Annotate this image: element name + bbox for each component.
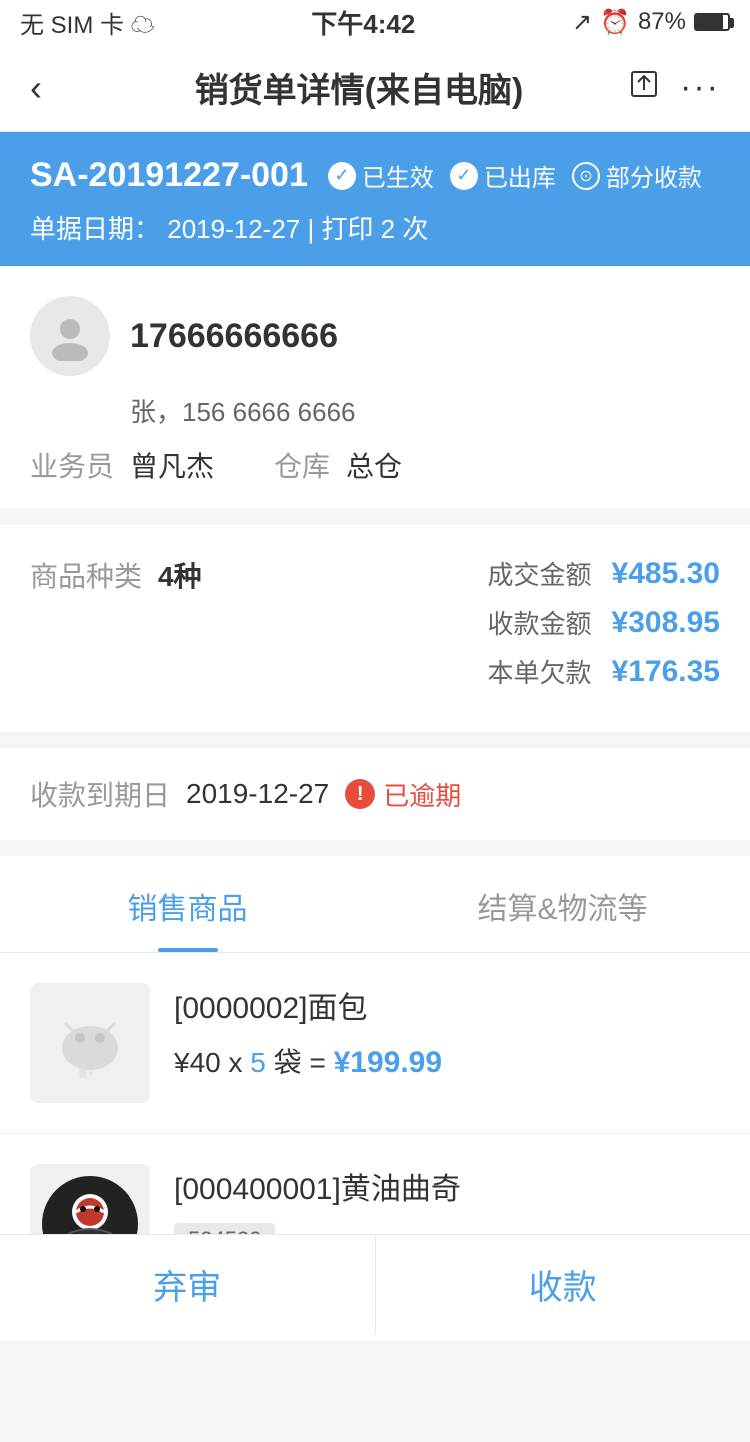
tab-sales-products[interactable]: 销售商品 bbox=[0, 856, 375, 952]
due-section: 收款到期日 2019-12-27 ! 已逾期 bbox=[0, 748, 750, 840]
collect-payment-button[interactable]: 收款 bbox=[376, 1235, 750, 1334]
network-status: 无 SIM 卡 ☁ bbox=[20, 5, 155, 40]
product-price-1: ¥40 x 5 袋 = ¥199.99 bbox=[174, 1041, 720, 1081]
status-badges: ✓ 已生效 ✓ 已出库 ⊙ 部分收款 bbox=[328, 158, 702, 193]
location-icon: ↗ bbox=[572, 8, 592, 37]
check-icon: ✓ bbox=[328, 162, 356, 190]
summary-left: 商品种类 4种 bbox=[30, 555, 202, 595]
owed-amount-row: 本单欠款 ¥176.35 bbox=[488, 653, 720, 690]
status-time: 下午4:42 bbox=[311, 4, 415, 41]
badge-active: ✓ 已生效 bbox=[328, 158, 434, 193]
overdue-icon: ! bbox=[345, 779, 375, 809]
share-icon[interactable] bbox=[628, 68, 660, 108]
alarm-icon: ⏰ bbox=[600, 8, 630, 37]
owed-label: 本单欠款 bbox=[488, 653, 592, 690]
tabs: 销售商品 结算&物流等 bbox=[0, 856, 750, 953]
warehouse-value: 总仓 bbox=[346, 445, 402, 485]
warehouse-label: 仓库 bbox=[274, 445, 330, 485]
received-label: 收款金额 bbox=[488, 604, 592, 641]
owed-value: ¥176.35 bbox=[612, 655, 720, 689]
customer-meta: 业务员 曾凡杰 仓库 总仓 bbox=[30, 445, 720, 485]
badge-partial: ⊙ 部分收款 bbox=[572, 158, 702, 193]
page-title: 销货单详情(来自电脑) bbox=[90, 63, 628, 112]
product-type-label: 商品种类 bbox=[30, 555, 142, 595]
received-value: ¥308.95 bbox=[612, 606, 720, 640]
salesperson-item: 业务员 曾凡杰 bbox=[30, 445, 214, 485]
due-label: 收款到期日 bbox=[30, 774, 170, 814]
price-base-1: ¥40 bbox=[174, 1047, 221, 1078]
status-bar: 无 SIM 卡 ☁ 下午4:42 ↗ ⏰ 87% bbox=[0, 0, 750, 44]
header-top-row: SA-20191227-001 ✓ 已生效 ✓ 已出库 ⊙ 部分收款 bbox=[30, 156, 720, 195]
customer-account: 17666666666 bbox=[130, 317, 338, 356]
price-x-1: x bbox=[229, 1047, 251, 1078]
battery-icon bbox=[694, 13, 730, 31]
summary-row: 商品种类 4种 成交金额 ¥485.30 收款金额 ¥308.95 本单欠款 ¥… bbox=[30, 555, 720, 702]
price-eq-1: = bbox=[309, 1047, 333, 1078]
product-name-2: [000400001]黄油曲奇 bbox=[174, 1164, 720, 1208]
salesperson-label: 业务员 bbox=[30, 445, 114, 485]
deal-amount-value: ¥485.30 bbox=[612, 557, 720, 591]
battery-level: 87% bbox=[638, 8, 686, 36]
nav-bar: ‹ 销货单详情(来自电脑) ··· bbox=[0, 44, 750, 132]
product-type-value: 4种 bbox=[158, 555, 202, 595]
bottom-bar: 弃审 收款 bbox=[0, 1234, 750, 1334]
reject-button[interactable]: 弃审 bbox=[0, 1235, 376, 1334]
received-amount-row: 收款金额 ¥308.95 bbox=[488, 604, 720, 641]
status-left: 无 SIM 卡 ☁ bbox=[20, 5, 155, 40]
header-date: 单据日期： 2019-12-27 | 打印 2 次 bbox=[30, 209, 720, 246]
salesperson-value: 曾凡杰 bbox=[130, 445, 214, 485]
price-total-1: ¥199.99 bbox=[334, 1046, 442, 1079]
tab-settlement[interactable]: 结算&物流等 bbox=[375, 856, 750, 952]
customer-row: 17666666666 bbox=[30, 296, 720, 376]
product-type-item: 商品种类 4种 bbox=[30, 555, 202, 595]
order-header-banner: SA-20191227-001 ✓ 已生效 ✓ 已出库 ⊙ 部分收款 单据日期：… bbox=[0, 132, 750, 266]
check-icon-2: ✓ bbox=[450, 162, 478, 190]
due-date: 2019-12-27 bbox=[186, 778, 329, 810]
list-item: 鲁+ [0000002]面包 ¥40 x 5 袋 = ¥199.99 bbox=[0, 953, 750, 1134]
product-info-1: [0000002]面包 ¥40 x 5 袋 = ¥199.99 bbox=[174, 983, 720, 1081]
price-qty-1: 5 bbox=[250, 1047, 266, 1078]
warehouse-item: 仓库 总仓 bbox=[274, 445, 402, 485]
avatar bbox=[30, 296, 110, 376]
deal-amount-label: 成交金额 bbox=[488, 555, 592, 592]
product-image-1: 鲁+ bbox=[30, 983, 150, 1103]
overdue-badge: ! 已逾期 bbox=[345, 776, 461, 813]
customer-section: 17666666666 张，156 6666 6666 业务员 曾凡杰 仓库 总… bbox=[0, 266, 750, 509]
status-right: ↗ ⏰ 87% bbox=[572, 8, 730, 37]
back-button[interactable]: ‹ bbox=[30, 67, 90, 109]
summary-right: 成交金额 ¥485.30 收款金额 ¥308.95 本单欠款 ¥176.35 bbox=[488, 555, 720, 702]
badge-shipped: ✓ 已出库 bbox=[450, 158, 556, 193]
product-name-1: [0000002]面包 bbox=[174, 983, 720, 1027]
customer-name-phone: 张，156 6666 6666 bbox=[30, 392, 720, 429]
overdue-text: 已逾期 bbox=[383, 776, 461, 813]
clock-icon: ⊙ bbox=[572, 162, 600, 190]
summary-section: 商品种类 4种 成交金额 ¥485.30 收款金额 ¥308.95 本单欠款 ¥… bbox=[0, 525, 750, 732]
order-id: SA-20191227-001 bbox=[30, 156, 308, 195]
price-unit-1: 袋 bbox=[274, 1047, 302, 1078]
svg-text:鲁+: 鲁+ bbox=[78, 1067, 94, 1080]
more-icon[interactable]: ··· bbox=[680, 68, 720, 107]
deal-amount-row: 成交金额 ¥485.30 bbox=[488, 555, 720, 592]
nav-actions: ··· bbox=[628, 68, 720, 108]
